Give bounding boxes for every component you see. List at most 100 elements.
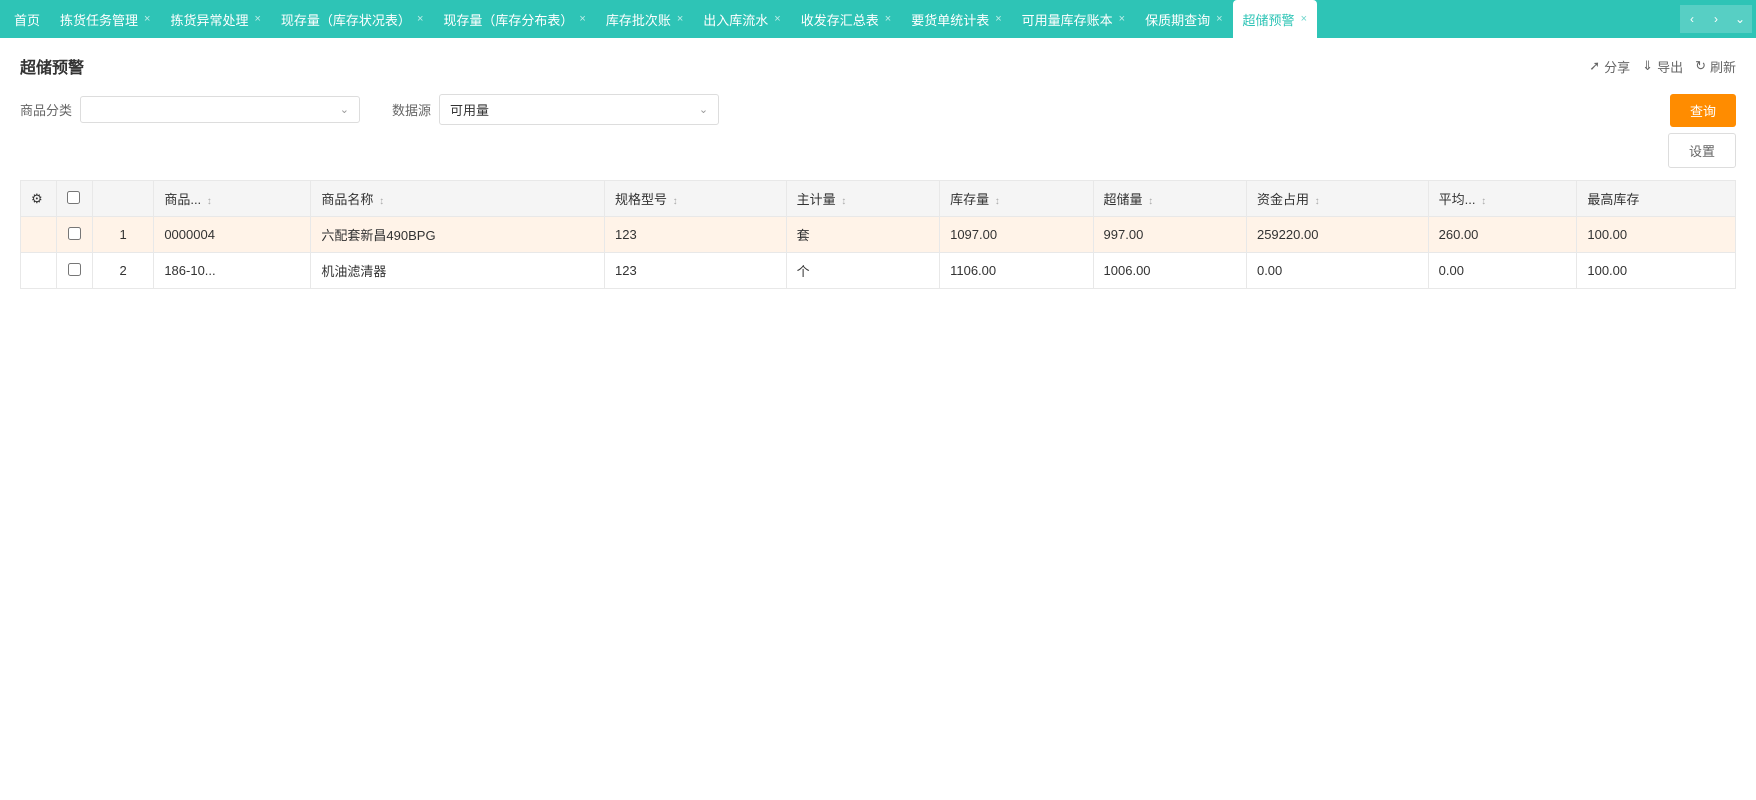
- row-stock: 1106.00: [940, 253, 1093, 289]
- filter-area: 商品分类 ⌄ 数据源 可用量 ⌄ 查询 设置: [20, 94, 1736, 168]
- share-icon: ➚: [1589, 58, 1600, 74]
- th-unit[interactable]: 主计量 ↕: [786, 181, 939, 217]
- row-name: 机油滤清器: [311, 253, 605, 289]
- close-icon[interactable]: ×: [1301, 13, 1307, 25]
- close-icon[interactable]: ×: [1216, 13, 1222, 25]
- sort-icon: ↕: [1148, 196, 1153, 207]
- row-gear-cell: [21, 217, 57, 253]
- nav-more[interactable]: ⌄: [1728, 5, 1752, 33]
- table-row: 1 0000004 六配套新昌490BPG 123 套 1097.00 997.…: [21, 217, 1736, 253]
- nav-summary[interactable]: 收发存汇总表 ×: [791, 0, 901, 38]
- filter-fields: 商品分类 ⌄ 数据源 可用量 ⌄: [20, 94, 1668, 125]
- close-icon[interactable]: ×: [1119, 13, 1125, 25]
- category-label: 商品分类: [20, 100, 72, 119]
- row-max-stock: 100.00: [1577, 253, 1736, 289]
- sort-icon: ↕: [841, 196, 846, 207]
- refresh-button[interactable]: ↻ 刷新: [1695, 57, 1736, 76]
- nav-pick-exception[interactable]: 拣货异常处理 ×: [160, 0, 270, 38]
- refresh-icon: ↻: [1695, 58, 1706, 74]
- close-icon[interactable]: ×: [254, 13, 260, 25]
- close-icon[interactable]: ×: [417, 13, 423, 25]
- th-checkbox[interactable]: [57, 181, 93, 217]
- nav-available-ledger[interactable]: 可用量库存账本 ×: [1012, 0, 1135, 38]
- datasource-select[interactable]: 可用量 ⌄: [439, 94, 719, 125]
- row-capital: 0.00: [1246, 253, 1428, 289]
- sort-icon: ↕: [1481, 196, 1486, 207]
- close-icon[interactable]: ×: [144, 13, 150, 25]
- row-checkbox[interactable]: [68, 263, 81, 276]
- nav-stock-status[interactable]: 现存量（库存状况表） ×: [271, 0, 433, 38]
- th-spec[interactable]: 规格型号 ↕: [604, 181, 786, 217]
- th-capital[interactable]: 资金占用 ↕: [1246, 181, 1428, 217]
- row-spec: 123: [604, 253, 786, 289]
- sort-icon: ↕: [379, 196, 384, 207]
- share-button[interactable]: ➚ 分享: [1589, 57, 1630, 76]
- filter-buttons: 查询 设置: [1668, 94, 1736, 168]
- th-row-num: [93, 181, 154, 217]
- row-unit: 个: [786, 253, 939, 289]
- row-gear-cell: [21, 253, 57, 289]
- category-select[interactable]: ⌄: [80, 96, 360, 123]
- page-actions: ➚ 分享 ⇓ 导出 ↻ 刷新: [1589, 57, 1736, 76]
- row-code: 186-10...: [154, 253, 311, 289]
- gear-icon: ⚙: [31, 191, 43, 206]
- nav-stock-dist[interactable]: 现存量（库存分布表） ×: [433, 0, 595, 38]
- th-avg[interactable]: 平均... ↕: [1428, 181, 1577, 217]
- query-button[interactable]: 查询: [1670, 94, 1736, 127]
- chevron-down-icon: ⌄: [699, 103, 708, 116]
- close-icon[interactable]: ×: [579, 13, 585, 25]
- sort-icon: ↕: [207, 196, 212, 207]
- nav-scroll-right[interactable]: ›: [1704, 5, 1728, 33]
- row-overstock: 1006.00: [1093, 253, 1246, 289]
- row-stock: 1097.00: [940, 217, 1093, 253]
- close-icon[interactable]: ×: [677, 13, 683, 25]
- top-nav: 首页 拣货任务管理 × 拣货异常处理 × 现存量（库存状况表） × 现存量（库存…: [0, 0, 1756, 38]
- row-spec: 123: [604, 217, 786, 253]
- row-index: 1: [93, 217, 154, 253]
- table-row: 2 186-10... 机油滤清器 123 个 1106.00 1006.00 …: [21, 253, 1736, 289]
- th-code[interactable]: 商品... ↕: [154, 181, 311, 217]
- page-header: 超储预警 ➚ 分享 ⇓ 导出 ↻ 刷新: [20, 54, 1736, 78]
- sort-icon: ↕: [995, 196, 1000, 207]
- page-title: 超储预警: [20, 54, 84, 78]
- data-table: ⚙ 商品... ↕ 商品名称 ↕ 规格型号 ↕: [20, 180, 1736, 289]
- th-stock[interactable]: 库存量 ↕: [940, 181, 1093, 217]
- sort-icon: ↕: [673, 196, 678, 207]
- select-all-checkbox[interactable]: [67, 191, 80, 204]
- close-icon[interactable]: ×: [995, 13, 1001, 25]
- row-max-stock: 100.00: [1577, 217, 1736, 253]
- page-content: 超储预警 ➚ 分享 ⇓ 导出 ↻ 刷新 商品分类 ⌄: [0, 38, 1756, 800]
- nav-batch-account[interactable]: 库存批次账 ×: [596, 0, 693, 38]
- th-settings[interactable]: ⚙: [21, 181, 57, 217]
- row-avg: 260.00: [1428, 217, 1577, 253]
- th-max-stock[interactable]: 最高库存: [1577, 181, 1736, 217]
- datasource-filter: 数据源 可用量 ⌄: [392, 94, 719, 125]
- nav-scroll-left[interactable]: ‹: [1680, 5, 1704, 33]
- nav-scroll-arrows: ‹ › ⌄: [1680, 5, 1752, 33]
- row-checkbox-cell[interactable]: [57, 253, 93, 289]
- chevron-down-icon: ⌄: [340, 103, 349, 116]
- close-icon[interactable]: ×: [774, 13, 780, 25]
- nav-overstock-warning[interactable]: 超储预警 ×: [1233, 0, 1317, 38]
- close-icon[interactable]: ×: [885, 13, 891, 25]
- settings-button[interactable]: 设置: [1668, 133, 1736, 168]
- row-unit: 套: [786, 217, 939, 253]
- th-overstock[interactable]: 超储量 ↕: [1093, 181, 1246, 217]
- export-button[interactable]: ⇓ 导出: [1642, 57, 1683, 76]
- datasource-select-value: 可用量: [450, 100, 489, 119]
- th-name[interactable]: 商品名称 ↕: [311, 181, 605, 217]
- nav-requisition[interactable]: 要货单统计表 ×: [901, 0, 1011, 38]
- nav-pick-task[interactable]: 拣货任务管理 ×: [50, 0, 160, 38]
- row-avg: 0.00: [1428, 253, 1577, 289]
- row-checkbox-cell[interactable]: [57, 217, 93, 253]
- row-overstock: 997.00: [1093, 217, 1246, 253]
- row-checkbox[interactable]: [68, 227, 81, 240]
- sort-icon: ↕: [1315, 196, 1320, 207]
- nav-flow[interactable]: 出入库流水 ×: [693, 0, 790, 38]
- row-index: 2: [93, 253, 154, 289]
- category-filter: 商品分类 ⌄: [20, 96, 360, 123]
- row-name: 六配套新昌490BPG: [311, 217, 605, 253]
- nav-home[interactable]: 首页: [4, 0, 50, 38]
- table-header-row: ⚙ 商品... ↕ 商品名称 ↕ 规格型号 ↕: [21, 181, 1736, 217]
- nav-quality-query[interactable]: 保质期查询 ×: [1135, 0, 1232, 38]
